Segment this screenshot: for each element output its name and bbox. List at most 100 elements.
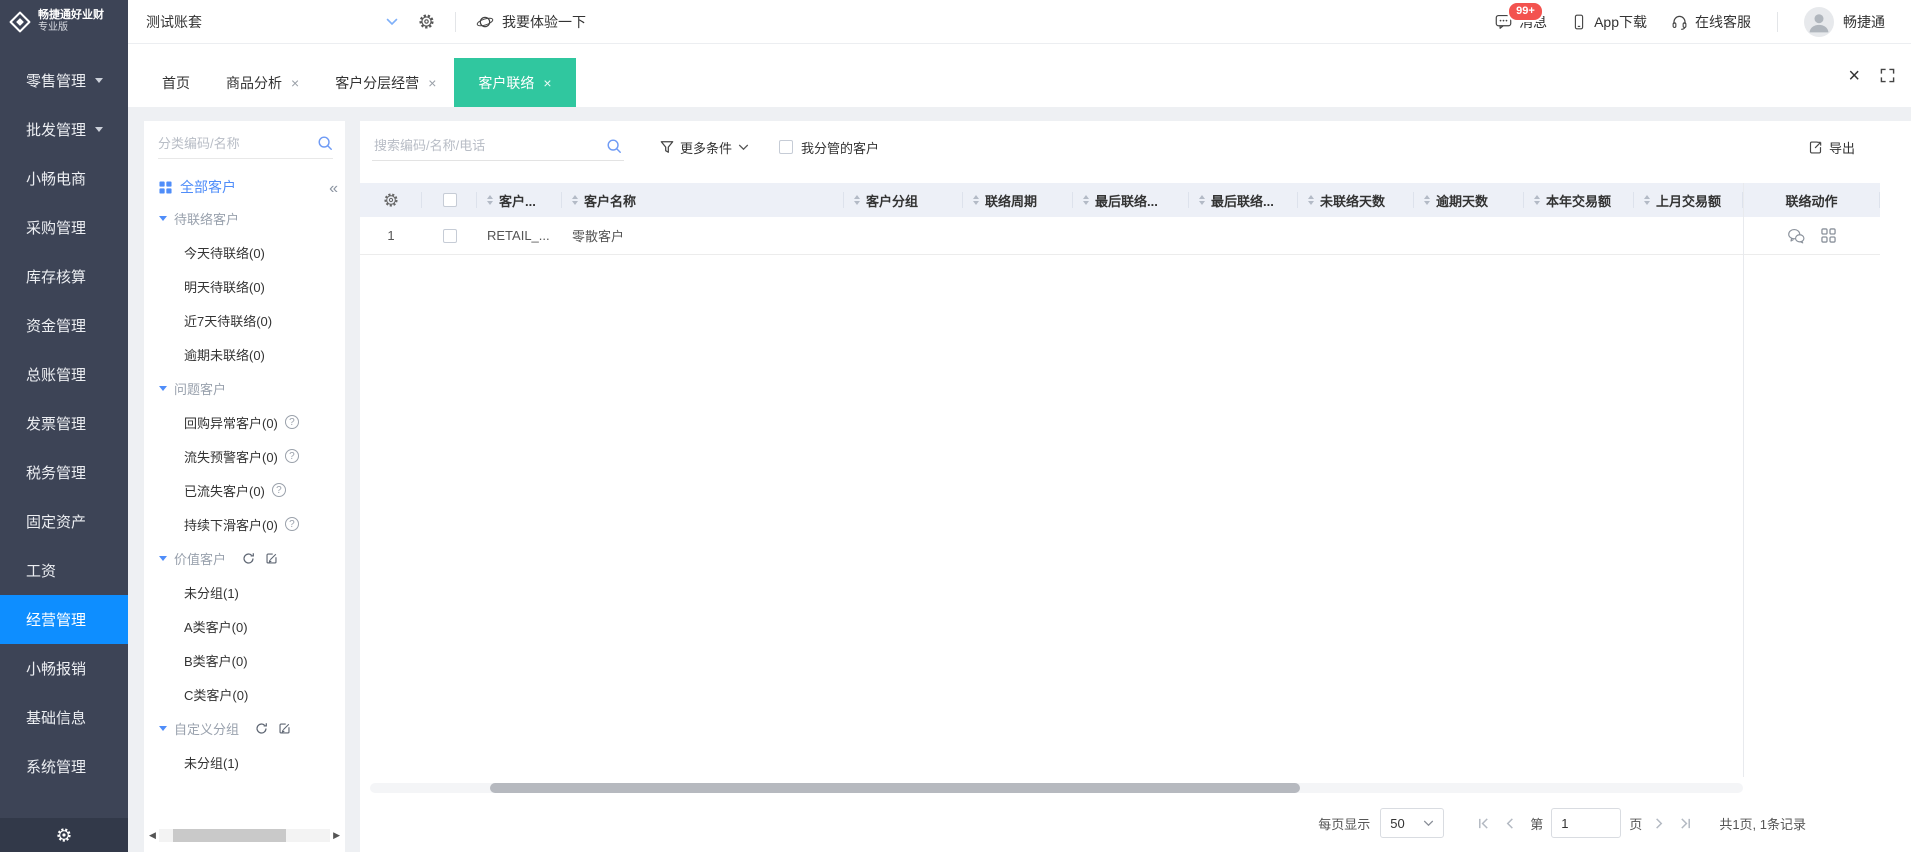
sort-icon[interactable] xyxy=(1424,195,1430,205)
tree-item-next7days-pending[interactable]: 近7天待联络(0) xyxy=(144,303,345,337)
row-checkbox[interactable] xyxy=(442,228,457,243)
scrollbar-thumb[interactable] xyxy=(172,828,286,842)
sidebar-item-operations[interactable]: 经营管理 xyxy=(0,595,128,644)
scrollbar-track[interactable] xyxy=(158,828,331,842)
user-menu[interactable]: 畅捷通 xyxy=(1804,6,1885,37)
tree-item-churned[interactable]: 已流失客户(0) ? xyxy=(144,473,345,507)
column-settings-button[interactable] xyxy=(360,183,422,217)
sidebar-item-xiaochang-ecommerce[interactable]: 小畅电商 xyxy=(0,154,128,203)
tree-item-class-b[interactable]: B类客户(0) xyxy=(144,643,345,677)
sidebar-item-inventory[interactable]: 库存核算 xyxy=(0,252,128,301)
tab-customer-contact[interactable]: 客户联络 × xyxy=(454,58,576,107)
per-page-select[interactable]: 50 xyxy=(1380,808,1445,838)
sort-icon[interactable] xyxy=(1644,195,1650,205)
sort-icon[interactable] xyxy=(1199,195,1205,205)
scroll-left-arrow[interactable]: ◀ xyxy=(149,830,156,840)
sort-icon[interactable] xyxy=(487,195,493,205)
th-contact-cycle[interactable]: 联络周期 xyxy=(963,183,1073,217)
page-number-input[interactable] xyxy=(1551,808,1622,838)
tree-search-input[interactable] xyxy=(158,135,313,151)
customer-search-input[interactable] xyxy=(374,138,602,153)
help-icon[interactable]: ? xyxy=(284,415,299,429)
sidebar-item-system[interactable]: 系统管理 xyxy=(0,742,128,791)
close-icon[interactable]: × xyxy=(291,76,299,90)
collapse-panel-icon[interactable]: « xyxy=(325,179,342,199)
tree-item-all-customers[interactable]: 全部客户 xyxy=(159,175,345,199)
sidebar-settings-button[interactable] xyxy=(0,818,128,852)
next-page-button[interactable] xyxy=(1652,817,1665,830)
tree-section-pending-contact[interactable]: 待联络客户 xyxy=(144,201,345,235)
app-download-button[interactable]: App下载 xyxy=(1571,12,1647,32)
export-button[interactable]: 导出 xyxy=(1808,138,1855,157)
th-last-contact-2[interactable]: 最后联络... xyxy=(1189,183,1298,217)
sidebar-item-purchase[interactable]: 采购管理 xyxy=(0,203,128,252)
sidebar-item-wholesale[interactable]: 批发管理 xyxy=(0,105,128,154)
sidebar-item-fixed-assets[interactable]: 固定资产 xyxy=(0,497,128,546)
online-service-button[interactable]: 在线客服 xyxy=(1671,12,1751,32)
help-icon[interactable]: ? xyxy=(284,449,299,463)
tree-item-class-a[interactable]: A类客户(0) xyxy=(144,609,345,643)
first-page-button[interactable] xyxy=(1477,817,1490,830)
messages-button[interactable]: 消息 99+ xyxy=(1495,0,1547,32)
tree-section-value-customers[interactable]: 价值客户 xyxy=(144,541,345,575)
tree-section-custom-groups[interactable]: 自定义分组 xyxy=(144,711,345,745)
last-page-button[interactable] xyxy=(1679,817,1692,830)
th-overdue-days[interactable]: 逾期天数 xyxy=(1414,183,1524,217)
help-icon[interactable]: ? xyxy=(284,517,299,531)
sidebar-item-invoice[interactable]: 发票管理 xyxy=(0,399,128,448)
sidebar-item-basic-info[interactable]: 基础信息 xyxy=(0,693,128,742)
tree-item-value-ungrouped[interactable]: 未分组(1) xyxy=(144,575,345,609)
scrollbar-thumb[interactable] xyxy=(490,783,1300,793)
tree-item-continuous-decline[interactable]: 持续下滑客户(0) ? xyxy=(144,507,345,541)
scroll-right-arrow[interactable]: ▶ xyxy=(333,830,340,840)
help-icon[interactable]: ? xyxy=(271,483,286,497)
experience-link[interactable]: 我要体验一下 xyxy=(476,12,586,32)
close-icon[interactable]: × xyxy=(428,76,436,90)
my-customers-checkbox[interactable] xyxy=(779,140,794,154)
tree-item-tomorrow-pending[interactable]: 明天待联络(0) xyxy=(144,269,345,303)
th-last-contact-1[interactable]: 最后联络... xyxy=(1073,183,1189,217)
sort-icon[interactable] xyxy=(1083,195,1089,205)
close-icon[interactable]: × xyxy=(543,76,551,90)
table-row[interactable]: 1 RETAIL_... 零散客户 xyxy=(360,217,1880,255)
select-all-checkbox[interactable] xyxy=(442,193,457,207)
th-current-year-amount[interactable]: 本年交易额 xyxy=(1524,183,1634,217)
sidebar-item-payroll[interactable]: 工资 xyxy=(0,546,128,595)
table-horizontal-scrollbar[interactable] xyxy=(370,783,1743,793)
th-last-month-amount[interactable]: 上月交易额 xyxy=(1634,183,1743,217)
tree-section-problem-customers[interactable]: 问题客户 xyxy=(144,371,345,405)
refresh-icon[interactable] xyxy=(242,552,255,565)
sort-icon[interactable] xyxy=(572,195,578,205)
tree-item-custom-ungrouped[interactable]: 未分组(1) xyxy=(144,745,345,779)
sidebar-item-tax[interactable]: 税务管理 xyxy=(0,448,128,497)
sort-icon[interactable] xyxy=(1534,195,1540,205)
tree-item-repurchase-abnormal[interactable]: 回购异常客户(0) ? xyxy=(144,405,345,439)
more-actions-grid-icon[interactable] xyxy=(1821,228,1836,243)
refresh-icon[interactable] xyxy=(255,722,268,735)
th-customer-code[interactable]: 客户... xyxy=(477,183,562,217)
sidebar-item-retail[interactable]: 零售管理 xyxy=(0,56,128,105)
account-set-dropdown[interactable]: 测试账套 xyxy=(146,12,398,32)
search-icon[interactable] xyxy=(606,138,622,154)
prev-page-button[interactable] xyxy=(1504,817,1517,830)
tree-item-overdue-uncontacted[interactable]: 逾期未联络(0) xyxy=(144,337,345,371)
tree-item-class-c[interactable]: C类客户(0) xyxy=(144,677,345,711)
sort-icon[interactable] xyxy=(854,195,860,205)
sidebar-item-funds[interactable]: 资金管理 xyxy=(0,301,128,350)
edit-icon[interactable] xyxy=(278,722,291,735)
sidebar-item-general-ledger[interactable]: 总账管理 xyxy=(0,350,128,399)
my-customers-filter[interactable]: 我分管的客户 xyxy=(779,138,879,157)
tree-item-today-pending[interactable]: 今天待联络(0) xyxy=(144,235,345,269)
more-conditions-button[interactable]: 更多条件 xyxy=(660,138,749,157)
tab-home[interactable]: 首页 xyxy=(144,58,208,107)
sort-icon[interactable] xyxy=(1308,195,1314,205)
edit-icon[interactable] xyxy=(265,552,278,565)
th-days-without-contact[interactable]: 未联络天数 xyxy=(1298,183,1414,217)
settings-gear-icon[interactable] xyxy=(418,13,435,30)
search-icon[interactable] xyxy=(317,135,333,151)
close-all-icon[interactable]: × xyxy=(1848,66,1860,86)
tab-product-analysis[interactable]: 商品分析 × xyxy=(208,58,317,107)
wechat-contact-icon[interactable] xyxy=(1787,228,1805,244)
fullscreen-icon[interactable] xyxy=(1880,68,1895,83)
sort-icon[interactable] xyxy=(973,195,979,205)
